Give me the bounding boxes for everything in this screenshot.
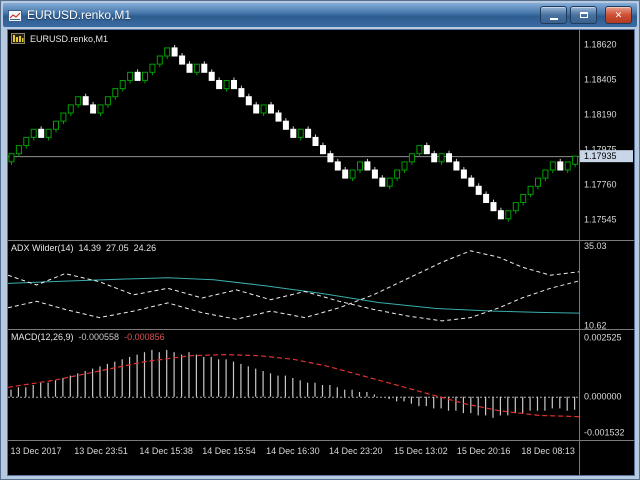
svg-text:15 Dec 13:02: 15 Dec 13:02 (394, 446, 448, 456)
chart-window-icon (8, 9, 22, 22)
close-button[interactable]: ✕ (605, 6, 632, 24)
time-axis-labels: 13 Dec 2017 13 Dec 23:51 14 Dec 15:38 14 De… (10, 446, 574, 456)
window-titlebar[interactable]: EURUSD.renko,M1 ✕ (3, 3, 637, 27)
chart-client-area[interactable]: 1.18620 1.18405 1.18190 1.17975 1.17760 1.175… (7, 29, 635, 476)
svg-text:18 Dec 08:13: 18 Dec 08:13 (521, 446, 575, 456)
maximize-button[interactable] (570, 6, 597, 24)
svg-text:1.18405: 1.18405 (584, 75, 617, 85)
minimize-button[interactable] (540, 6, 567, 24)
svg-text:0.002525: 0.002525 (584, 333, 622, 343)
svg-text:14 Dec 15:38: 14 Dec 15:38 (139, 446, 193, 456)
chart-background (8, 30, 634, 475)
chart-canvas[interactable]: 1.186201.184051.181901.179751.177601.175… (8, 30, 634, 475)
svg-text:15 Dec 20:16: 15 Dec 20:16 (457, 446, 511, 456)
svg-text:10.62: 10.62 (584, 320, 607, 330)
svg-text:1.17545: 1.17545 (584, 215, 617, 225)
svg-text:14 Dec 15:54: 14 Dec 15:54 (202, 446, 256, 456)
svg-text:14 Dec 16:30: 14 Dec 16:30 (266, 446, 320, 456)
svg-text:14 Dec 23:20: 14 Dec 23:20 (329, 446, 383, 456)
svg-text:1.17935: 1.17935 (584, 151, 617, 161)
window-controls: ✕ (537, 6, 632, 24)
svg-text:1.18190: 1.18190 (584, 110, 617, 120)
minimize-icon (549, 18, 558, 20)
close-icon: ✕ (614, 9, 623, 20)
mt4-chart-window: EURUSD.renko,M1 ✕ 1.18620 1.18405 1.18190 1… (0, 0, 640, 480)
window-title: EURUSD.renko,M1 (27, 8, 132, 22)
maximize-icon (579, 12, 588, 18)
bid-price-box: 1.17935 (580, 150, 633, 163)
svg-text:1.17760: 1.17760 (584, 180, 617, 190)
svg-text:0.000000: 0.000000 (584, 392, 622, 402)
svg-text:13 Dec 2017: 13 Dec 2017 (10, 446, 61, 456)
svg-text:1.18620: 1.18620 (584, 40, 617, 50)
svg-text:-0.001532: -0.001532 (584, 428, 625, 438)
svg-text:13 Dec 23:51: 13 Dec 23:51 (74, 446, 128, 456)
svg-text:35.03: 35.03 (584, 241, 607, 251)
